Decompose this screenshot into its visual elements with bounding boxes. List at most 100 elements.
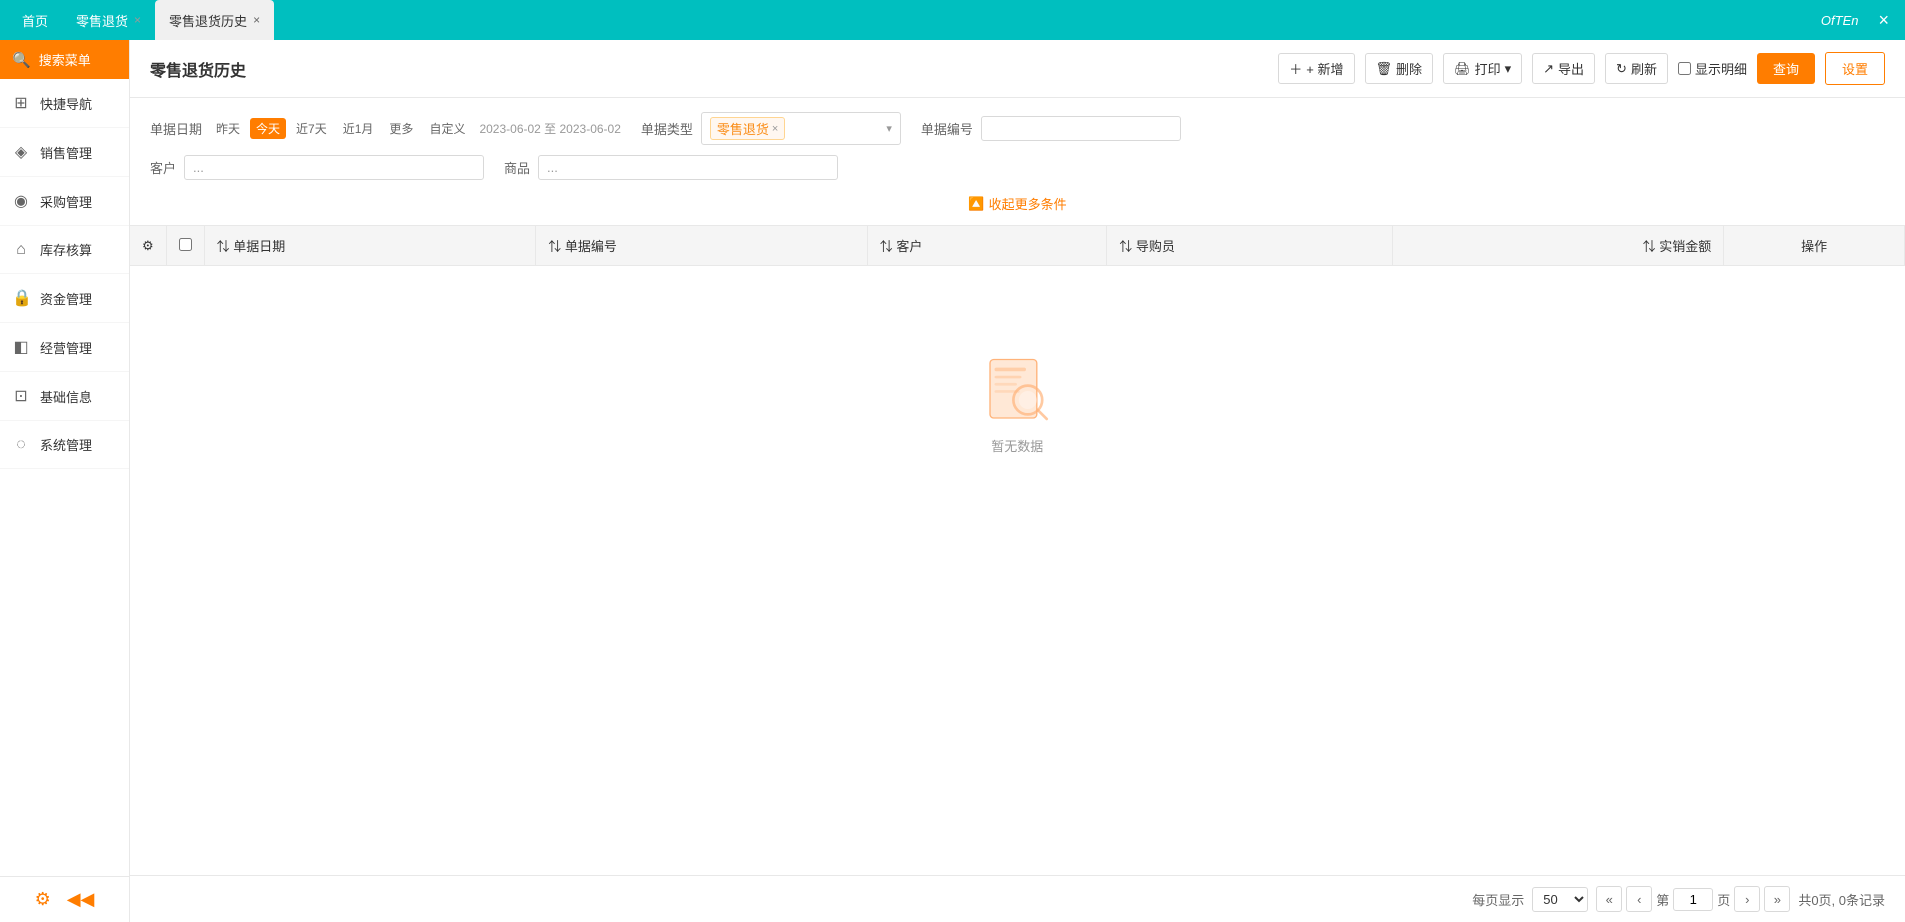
tab-retail-return-history-label: 零售退货历史 — [169, 11, 247, 30]
sidebar-item-system-mgmt[interactable]: ◌ 系统管理 — [0, 421, 129, 469]
sidebar-item-inventory[interactable]: ⌂ 库存核算 — [0, 226, 129, 274]
col-date-label: ⇅ — [217, 239, 234, 254]
export-icon: ↗ — [1543, 61, 1554, 77]
customer-label: 客户 — [150, 158, 176, 177]
tab-retail-return-history-close[interactable]: × — [253, 13, 260, 27]
sidebar-item-basic-info[interactable]: ⊡ 基础信息 — [0, 372, 129, 421]
customer-dots: ... — [193, 160, 204, 175]
sidebar: 🔍 搜索菜单 ⊞ 快捷导航 ◈ 销售管理 ◉ 采购管理 ⌂ 库存核算 🔒 资金管 — [0, 40, 130, 922]
settings-icon[interactable]: ⚙ — [35, 889, 51, 910]
sidebar-item-finance-mgmt[interactable]: 🔒 资金管理 — [0, 274, 129, 323]
sidebar-item-system-label: 系统管理 — [40, 435, 92, 454]
doc-type-tag-text: 零售退货 — [717, 119, 769, 138]
sidebar-item-quick-nav[interactable]: ⊞ 快捷导航 — [0, 79, 129, 128]
col-checkbox[interactable] — [166, 226, 204, 266]
doc-type-select[interactable]: 零售退货 × ▾ — [701, 112, 901, 145]
tab-retail-return[interactable]: 零售退货 × — [62, 0, 155, 40]
prev-page-button[interactable]: ‹ — [1626, 886, 1652, 912]
date-opt-custom[interactable]: 自定义 — [423, 118, 471, 139]
date-opt-yesterday[interactable]: 昨天 — [210, 118, 246, 139]
doc-no-input[interactable] — [981, 116, 1181, 141]
search-icon: 🔍 — [12, 51, 31, 69]
date-opt-last7[interactable]: 近7天 — [290, 118, 333, 139]
page-number-input[interactable] — [1673, 888, 1713, 911]
window-close-button[interactable]: × — [1870, 10, 1897, 31]
page-size-select[interactable]: 20 50 100 — [1532, 887, 1588, 912]
data-table: ⚙ ⇅ 单据日期 ⇅ 单据编号 — [130, 226, 1905, 535]
date-filter-label: 单据日期 — [150, 119, 202, 138]
table-area: ⚙ ⇅ 单据日期 ⇅ 单据编号 — [130, 226, 1905, 875]
goods-select[interactable]: ... — [538, 155, 838, 180]
basic-info-icon: ⊡ — [12, 386, 30, 406]
tab-home-label: 首页 — [22, 11, 48, 30]
content-area: 零售退货历史 ＋ + 新增 🗑 删除 🖨 打印 ▾ ↗ 导出 — [130, 40, 1905, 922]
first-page-button[interactable]: « — [1596, 886, 1622, 912]
export-button[interactable]: ↗ 导出 — [1532, 53, 1595, 84]
sidebar-item-ops-mgmt[interactable]: ◧ 经营管理 — [0, 323, 129, 372]
inventory-icon: ⌂ — [12, 241, 30, 259]
date-range-text: 2023-06-02 至 2023-06-02 — [479, 120, 620, 137]
goods-label: 商品 — [504, 158, 530, 177]
last-page-button[interactable]: » — [1764, 886, 1790, 912]
new-icon: ＋ — [1289, 59, 1302, 78]
filter-goods: 商品 ... — [504, 155, 838, 180]
sales-mgmt-icon: ◈ — [12, 142, 30, 162]
sidebar-item-purchase-mgmt[interactable]: ◉ 采购管理 — [0, 177, 129, 226]
speaker-icon[interactable]: ◀◀ — [67, 889, 95, 910]
empty-text: 暂无数据 — [991, 436, 1043, 455]
col-settings[interactable]: ⚙ — [130, 226, 166, 266]
page-header: 零售退货历史 ＋ + 新增 🗑 删除 🖨 打印 ▾ ↗ 导出 — [130, 40, 1905, 98]
filter-row-2: 客户 ... 商品 ... — [150, 155, 1885, 180]
goods-dots: ... — [547, 160, 558, 175]
sidebar-item-inventory-label: 库存核算 — [40, 240, 92, 259]
sidebar-item-sales-mgmt[interactable]: ◈ 销售管理 — [0, 128, 129, 177]
select-all-checkbox[interactable] — [179, 238, 192, 251]
page-unit: 页 — [1717, 890, 1730, 909]
collapse-button[interactable]: 🔼 收起更多条件 — [968, 194, 1066, 213]
sidebar-item-quick-nav-label: 快捷导航 — [40, 94, 92, 113]
sidebar-item-purchase-label: 采购管理 — [40, 192, 92, 211]
settings-button[interactable]: 设置 — [1825, 52, 1885, 85]
page-size-label: 每页显示 — [1472, 890, 1524, 909]
doc-type-tag: 零售退货 × — [710, 117, 785, 140]
tab-home[interactable]: 首页 — [8, 0, 62, 40]
col-customer: ⇅ 客户 — [867, 226, 1106, 266]
display-detail-checkbox[interactable] — [1678, 62, 1691, 75]
tab-retail-return-history[interactable]: 零售退货历史 × — [155, 0, 274, 40]
page-nav: « ‹ 第 页 › » — [1596, 886, 1790, 912]
filter-row-1: 单据日期 昨天 今天 近7天 近1月 更多 自定义 2023-06-02 至 2… — [150, 112, 1885, 145]
refresh-icon: ↻ — [1616, 61, 1627, 77]
doc-no-label: 单据编号 — [921, 119, 973, 138]
delete-button[interactable]: 🗑 删除 — [1365, 53, 1434, 84]
sidebar-search-label: 搜索菜单 — [39, 50, 91, 69]
print-button[interactable]: 🖨 打印 ▾ — [1443, 53, 1522, 84]
col-customer-sort: ⇅ — [880, 239, 897, 254]
sidebar-item-basic-label: 基础信息 — [40, 387, 92, 406]
purchase-mgmt-icon: ◉ — [12, 191, 30, 211]
sidebar-search[interactable]: 🔍 搜索菜单 — [0, 40, 129, 79]
col-action: 操作 — [1724, 226, 1905, 266]
query-button[interactable]: 查询 — [1757, 53, 1815, 84]
sidebar-top: 🔍 搜索菜单 ⊞ 快捷导航 ◈ 销售管理 ◉ 采购管理 ⌂ 库存核算 🔒 资金管 — [0, 40, 129, 469]
next-page-button[interactable]: › — [1734, 886, 1760, 912]
sidebar-item-sales-label: 销售管理 — [40, 143, 92, 162]
collapse-icon: 🔼 — [968, 196, 984, 212]
refresh-button[interactable]: ↻ 刷新 — [1605, 53, 1668, 84]
main-layout: 🔍 搜索菜单 ⊞ 快捷导航 ◈ 销售管理 ◉ 采购管理 ⌂ 库存核算 🔒 资金管 — [0, 40, 1905, 922]
quick-nav-icon: ⊞ — [12, 93, 30, 113]
doc-type-tag-close[interactable]: × — [772, 123, 778, 135]
date-opt-today[interactable]: 今天 — [250, 118, 286, 139]
print-icon: 🖨 — [1454, 61, 1471, 77]
sidebar-item-finance-label: 资金管理 — [40, 289, 92, 308]
often-text: OfTEn — [1821, 13, 1859, 28]
tab-retail-return-close[interactable]: × — [134, 13, 141, 27]
date-opt-last-month[interactable]: 近1月 — [337, 118, 380, 139]
new-button[interactable]: ＋ + 新增 — [1278, 53, 1354, 84]
date-opt-more[interactable]: 更多 — [383, 118, 419, 139]
customer-select[interactable]: ... — [184, 155, 484, 180]
col-doc-no: ⇅ 单据编号 — [536, 226, 868, 266]
doc-type-chevron: ▾ — [886, 122, 892, 135]
page-title: 零售退货历史 — [150, 57, 246, 81]
settings-gear-icon[interactable]: ⚙ — [142, 238, 154, 253]
sidebar-item-ops-label: 经营管理 — [40, 338, 92, 357]
